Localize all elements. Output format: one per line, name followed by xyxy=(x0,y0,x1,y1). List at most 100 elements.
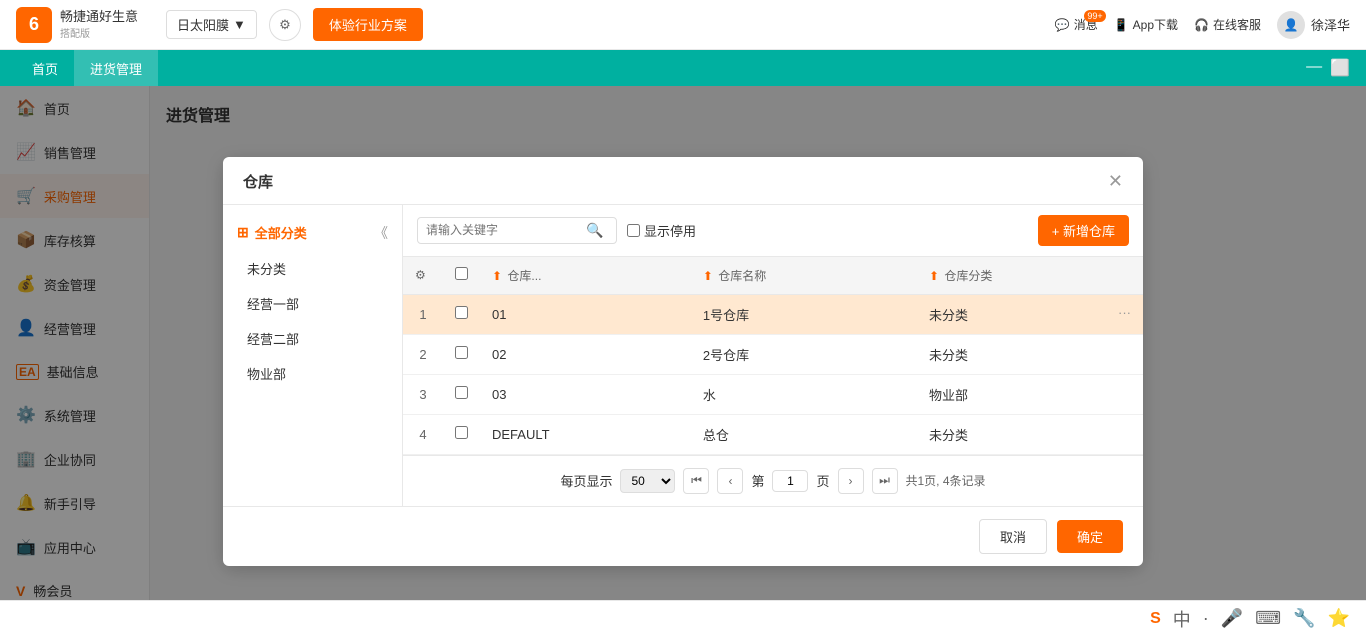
row-checkbox[interactable] xyxy=(455,386,468,399)
category-item-dept1[interactable]: 经营一部 xyxy=(223,286,402,321)
close-tab-area: — ⬜ xyxy=(1306,58,1350,78)
modal-close-button[interactable]: ✕ xyxy=(1108,171,1123,192)
warehouse-table: ⚙ ⬆ 仓库... ⬆ 仓库名称 xyxy=(403,257,1143,455)
mobile-icon: 📱 xyxy=(1114,18,1129,32)
category-item-property[interactable]: 物业部 xyxy=(223,356,402,391)
row-check-cell xyxy=(443,374,480,414)
pagination: 每页显示 50 100 ⏮ ‹ 第 页 › ⏭ 共1页, 4条记录 xyxy=(403,455,1143,506)
table-toolbar: 🔍 显示停用 + 新增仓库 xyxy=(403,205,1143,257)
page-info: 共1页, 4条记录 xyxy=(906,472,986,489)
row-name: 2号仓库 xyxy=(691,334,917,374)
online-service-button[interactable]: 🎧 在线客服 xyxy=(1194,16,1261,33)
modal-header: 仓库 ✕ xyxy=(223,157,1143,205)
all-category-header[interactable]: ⊞ 全部分类 《 xyxy=(223,215,402,251)
nav-tab-home[interactable]: 首页 xyxy=(16,50,74,86)
dot-icon: · xyxy=(1203,608,1209,629)
top-header: 6 畅捷通好生意 搭配版 日太阳膜 ▼ ⚙ 体验行业方案 💬 消息 99+ 📱 … xyxy=(0,0,1366,50)
search-icon[interactable]: 🔍 xyxy=(586,222,603,239)
mic-icon[interactable]: 🎤 xyxy=(1221,608,1243,629)
show-disabled-checkbox[interactable] xyxy=(627,224,640,237)
gear-button[interactable]: ⚙ xyxy=(269,9,301,41)
s-logo-icon: S xyxy=(1150,610,1161,628)
table-row[interactable]: 1 01 1号仓库 未分类 ··· xyxy=(403,294,1143,334)
maximize-icon[interactable]: ⬜ xyxy=(1330,58,1350,78)
settings-icon: ⚙ xyxy=(415,268,426,282)
row-category: 物业部 xyxy=(917,374,1143,414)
row-num: 1 xyxy=(403,294,443,334)
message-icon: 💬 xyxy=(1055,18,1070,32)
message-button[interactable]: 💬 消息 99+ xyxy=(1055,16,1098,33)
second-nav: 首页 进货管理 — ⬜ xyxy=(0,50,1366,86)
category-item-uncategorized[interactable]: 未分类 xyxy=(223,251,402,286)
row-check-cell xyxy=(443,294,480,334)
table-row[interactable]: 2 02 2号仓库 未分类 xyxy=(403,334,1143,374)
bottom-bar: S 中 · 🎤 ⌨ 🔧 ⭐ xyxy=(0,600,1366,636)
header-center: 日太阳膜 ▼ ⚙ 体验行业方案 xyxy=(166,8,1055,41)
grid-icon: ⊞ xyxy=(237,224,249,241)
modal-body: ⊞ 全部分类 《 未分类 经营一部 经营二部 物业部 xyxy=(223,205,1143,506)
modal-title: 仓库 xyxy=(243,171,273,192)
table-row[interactable]: 4 DEFAULT 总仓 未分类 xyxy=(403,414,1143,454)
row-check-cell xyxy=(443,334,480,374)
right-panel: 🔍 显示停用 + 新增仓库 ⚙ xyxy=(403,205,1143,506)
confirm-button[interactable]: 确定 xyxy=(1057,520,1123,553)
minimize-icon[interactable]: — xyxy=(1306,58,1322,78)
trial-button[interactable]: 体验行业方案 xyxy=(313,8,423,41)
table-row[interactable]: 3 03 水 物业部 xyxy=(403,374,1143,414)
header-right: 💬 消息 99+ 📱 App下载 🎧 在线客服 👤 徐泽华 xyxy=(1055,11,1350,39)
row-code: 02 xyxy=(480,334,691,374)
row-category: 未分类 xyxy=(917,414,1143,454)
settings-icon[interactable]: 🔧 xyxy=(1293,608,1315,629)
row-num: 3 xyxy=(403,374,443,414)
table-header-row: ⚙ ⬆ 仓库... ⬆ 仓库名称 xyxy=(403,257,1143,295)
all-category-title: ⊞ 全部分类 xyxy=(237,223,307,242)
modal-footer: 取消 确定 xyxy=(223,506,1143,566)
th-settings: ⚙ xyxy=(403,257,443,295)
warehouse-table-wrapper: ⚙ ⬆ 仓库... ⬆ 仓库名称 xyxy=(403,257,1143,455)
modal-overlay: 仓库 ✕ ⊞ 全部分类 《 未分类 经营一部 xyxy=(0,86,1366,636)
category-item-dept2[interactable]: 经营二部 xyxy=(223,321,402,356)
per-page-select[interactable]: 50 100 xyxy=(620,469,675,493)
th-name[interactable]: ⬆ 仓库名称 xyxy=(691,257,917,295)
store-selector[interactable]: 日太阳膜 ▼ xyxy=(166,10,257,39)
user-area[interactable]: 👤 徐泽华 xyxy=(1277,11,1350,39)
app-download-button[interactable]: 📱 App下载 xyxy=(1114,16,1178,33)
more-icon[interactable]: ··· xyxy=(1118,305,1131,320)
cancel-button[interactable]: 取消 xyxy=(979,519,1047,554)
nav-tab-purchase[interactable]: 进货管理 xyxy=(74,50,158,86)
add-warehouse-button[interactable]: + 新增仓库 xyxy=(1038,215,1129,246)
row-category: 未分类 ··· xyxy=(917,294,1143,334)
row-code: 03 xyxy=(480,374,691,414)
row-name: 1号仓库 xyxy=(691,294,917,334)
sort-icon-cat: ⬆ xyxy=(929,269,939,283)
next-page-button[interactable]: › xyxy=(838,468,864,494)
keyboard-icon[interactable]: ⌨ xyxy=(1255,608,1281,629)
collapse-icon[interactable]: 《 xyxy=(374,223,388,243)
search-input[interactable] xyxy=(426,223,586,237)
headset-icon: 🎧 xyxy=(1194,18,1209,32)
logo-text: 畅捷通好生意 xyxy=(60,9,138,26)
sort-icon-name: ⬆ xyxy=(703,269,713,283)
first-page-button[interactable]: ⏮ xyxy=(683,468,709,494)
row-checkbox[interactable] xyxy=(455,426,468,439)
logo-icon: 6 xyxy=(16,7,52,43)
star-icon[interactable]: ⭐ xyxy=(1328,608,1350,629)
last-page-button[interactable]: ⏭ xyxy=(872,468,898,494)
th-code[interactable]: ⬆ 仓库... xyxy=(480,257,691,295)
row-category: 未分类 xyxy=(917,334,1143,374)
prev-page-button[interactable]: ‹ xyxy=(717,468,743,494)
select-all-checkbox[interactable] xyxy=(455,267,468,280)
logo-area: 6 畅捷通好生意 搭配版 xyxy=(16,7,166,43)
page-number-input[interactable] xyxy=(772,470,808,492)
chinese-icon: 中 xyxy=(1173,606,1191,632)
chevron-down-icon: ▼ xyxy=(233,17,246,32)
search-box: 🔍 xyxy=(417,217,617,244)
row-checkbox[interactable] xyxy=(455,306,468,319)
logo-badge: 搭配版 xyxy=(60,25,138,40)
row-checkbox[interactable] xyxy=(455,346,468,359)
avatar: 👤 xyxy=(1277,11,1305,39)
row-check-cell xyxy=(443,414,480,454)
category-panel: ⊞ 全部分类 《 未分类 经营一部 经营二部 物业部 xyxy=(223,205,403,506)
sort-icon: ⬆ xyxy=(492,269,502,283)
th-category[interactable]: ⬆ 仓库分类 xyxy=(917,257,1143,295)
